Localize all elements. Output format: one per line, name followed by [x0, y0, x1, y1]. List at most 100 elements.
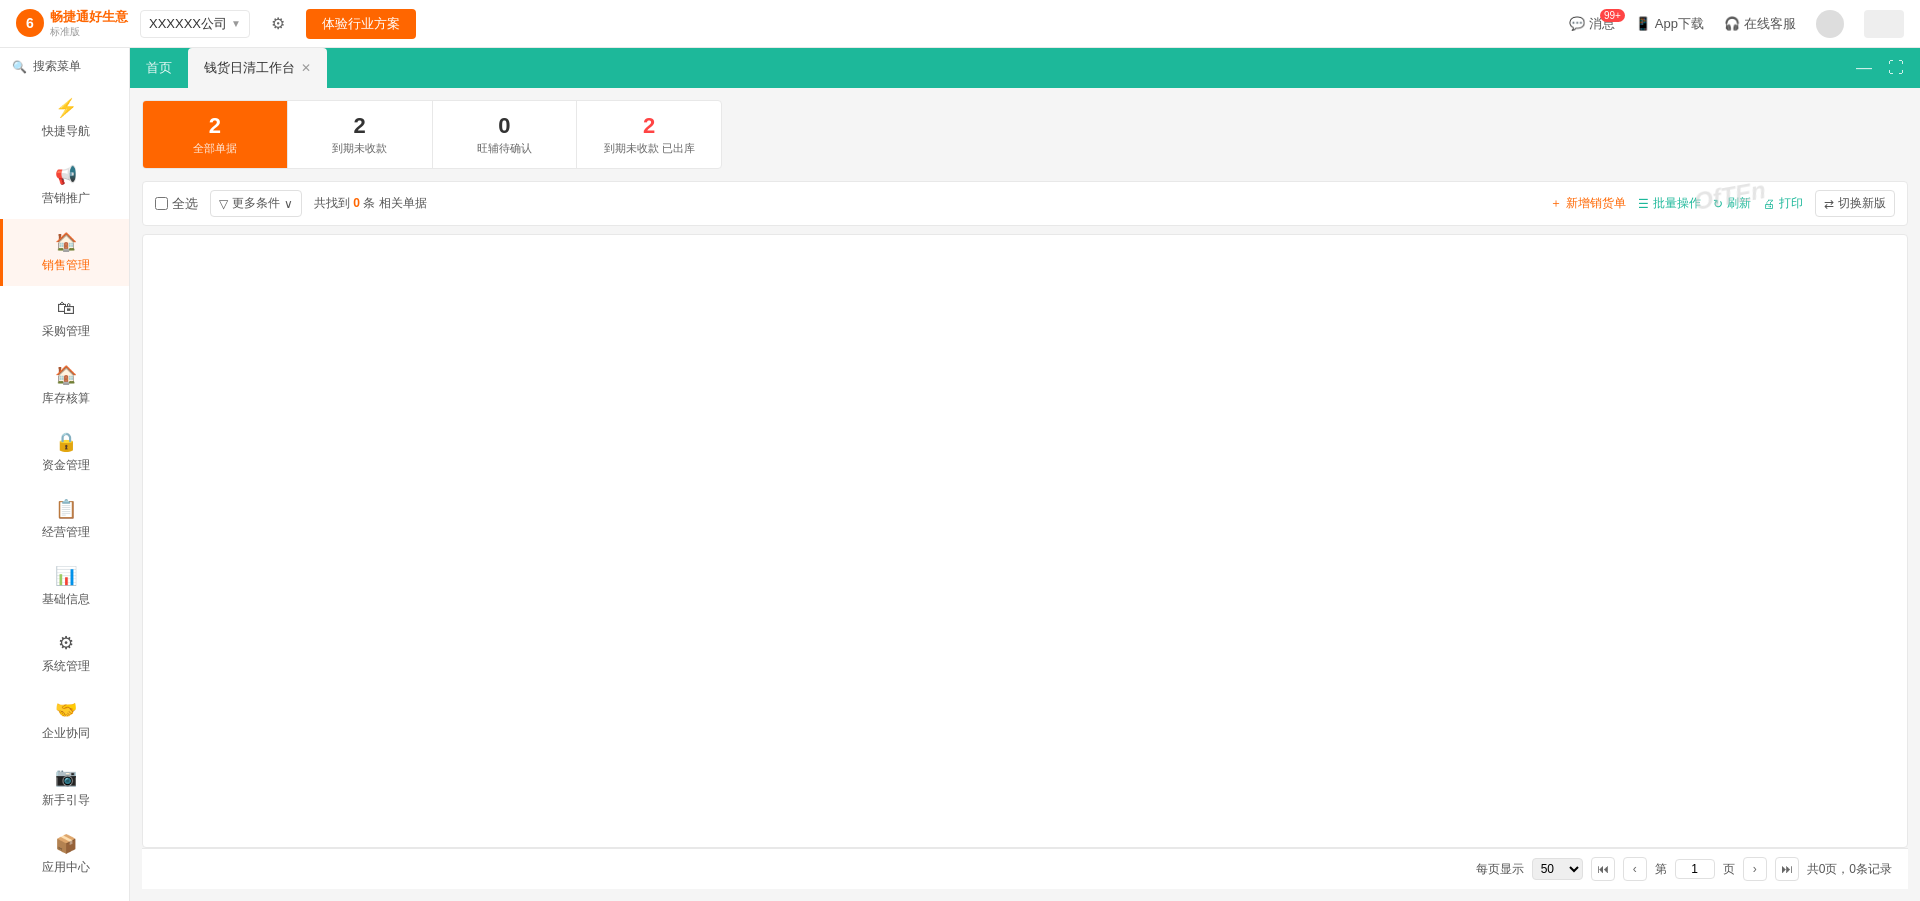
sidebar-item-label: 系统管理 — [42, 658, 90, 675]
plus-icon: ＋ — [1550, 195, 1562, 212]
tab-home[interactable]: 首页 — [130, 48, 188, 88]
company-name: XXXXXX公司 — [149, 15, 227, 33]
print-label: 打印 — [1779, 195, 1803, 212]
avatar[interactable] — [1816, 10, 1844, 38]
stat-label-wangpu: 旺辅待确认 — [477, 141, 532, 156]
main-layout: 🔍 搜索菜单 ⚡ 快捷导航 📢 营销推广 🏠 销售管理 🛍 采购管理 🏠 库存核… — [0, 48, 1920, 901]
switch-button[interactable]: ⇄ 切换新版 — [1815, 190, 1895, 217]
logo-area: 6 畅捷通好生意 标准版 — [16, 9, 128, 39]
app-label: App下载 — [1655, 15, 1704, 33]
per-page-select[interactable]: 50 100 200 — [1532, 858, 1583, 880]
sidebar-item-finance[interactable]: 🔒 资金管理 — [0, 419, 129, 486]
online-service-action[interactable]: 🎧 在线客服 — [1724, 15, 1796, 33]
filter-button[interactable]: ▽ 更多条件 ∨ — [210, 190, 302, 217]
stat-tab-overdue[interactable]: 2 到期未收款 — [288, 101, 433, 168]
refresh-button[interactable]: ↻ 刷新 — [1713, 195, 1751, 212]
quick-nav-icon: ⚡ — [55, 97, 77, 119]
guide-icon: 📷 — [55, 766, 77, 788]
app-icon: 📱 — [1635, 16, 1651, 31]
header-right: 💬 消息 99+ 📱 App下载 🎧 在线客服 — [1569, 10, 1904, 38]
inventory-icon: 🏠 — [55, 364, 77, 386]
service-label: 在线客服 — [1744, 15, 1796, 33]
tab-bar-actions: — ⛶ — [1852, 55, 1920, 81]
tab-home-label: 首页 — [146, 59, 172, 77]
batch-button[interactable]: ☰ 批量操作 — [1638, 195, 1701, 212]
minimize-icon[interactable]: — — [1852, 55, 1876, 81]
filter-icon: ▽ — [219, 197, 228, 211]
filter-chevron-icon: ∨ — [284, 197, 293, 211]
sidebar-item-enterprise-wx[interactable]: 💬 企业微信 — [0, 888, 129, 901]
content-area: 首页 钱货日清工作台 ✕ — ⛶ 2 全部单据 2 到期未收款 — [130, 48, 1920, 901]
select-all-input[interactable] — [155, 197, 168, 210]
message-badge: 99+ — [1600, 9, 1625, 22]
tab-daily-work[interactable]: 钱货日清工作台 ✕ — [188, 48, 327, 88]
sidebar-item-purchase[interactable]: 🛍 采购管理 — [0, 286, 129, 352]
per-page-label: 每页显示 — [1476, 861, 1524, 878]
stat-label-overdue: 到期未收款 — [332, 141, 387, 156]
add-label: 新增销货单 — [1566, 195, 1626, 212]
print-icon: 🖨 — [1763, 197, 1775, 211]
toolbar: 全选 ▽ 更多条件 ∨ 共找到 0 条 相关单据 — [142, 181, 1908, 226]
stats-tabs: 2 全部单据 2 到期未收款 0 旺辅待确认 2 到期未收款 已出库 — [142, 100, 722, 169]
prev-page-button[interactable]: ‹ — [1623, 857, 1647, 881]
logo-main: 畅捷通好生意 — [50, 9, 128, 26]
operations-icon: 📋 — [55, 498, 77, 520]
table-area — [142, 234, 1908, 848]
search-label: 搜索菜单 — [33, 58, 81, 75]
user-name-area[interactable] — [1864, 10, 1904, 38]
app-download-action[interactable]: 📱 App下载 — [1635, 15, 1704, 33]
tab-close-icon[interactable]: ✕ — [301, 61, 311, 75]
switch-label: 切换新版 — [1838, 195, 1886, 212]
sidebar-item-sales[interactable]: 🏠 销售管理 — [0, 219, 129, 286]
refresh-label: 刷新 — [1727, 195, 1751, 212]
maximize-icon[interactable]: ⛶ — [1884, 55, 1908, 81]
sidebar-item-quick-nav[interactable]: ⚡ 快捷导航 — [0, 85, 129, 152]
select-all-checkbox[interactable]: 全选 — [155, 195, 198, 213]
sidebar-item-app-center[interactable]: 📦 应用中心 — [0, 821, 129, 888]
stat-num-unshipped: 2 — [643, 113, 655, 139]
stat-tab-all[interactable]: 2 全部单据 — [143, 101, 288, 168]
sidebar-item-label: 库存核算 — [42, 390, 90, 407]
settings-icon[interactable]: ⚙ — [262, 8, 294, 40]
next-page-button[interactable]: › — [1743, 857, 1767, 881]
sidebar-item-label: 快捷导航 — [42, 123, 90, 140]
stat-tab-unshipped[interactable]: 2 到期未收款 已出库 — [577, 101, 721, 168]
sidebar-item-label: 应用中心 — [42, 859, 90, 876]
last-page-button[interactable]: ⏭ — [1775, 857, 1799, 881]
sidebar-item-label: 营销推广 — [42, 190, 90, 207]
add-sale-button[interactable]: ＋ 新增销货单 — [1550, 195, 1626, 212]
logo-icon: 6 — [16, 9, 44, 37]
stat-num-overdue: 2 — [354, 113, 366, 139]
page-input[interactable] — [1675, 859, 1715, 879]
sidebar-item-label: 资金管理 — [42, 457, 90, 474]
sidebar-item-inventory[interactable]: 🏠 库存核算 — [0, 352, 129, 419]
sidebar-item-label: 新手引导 — [42, 792, 90, 809]
sidebar-item-cooperation[interactable]: 🤝 企业协同 — [0, 687, 129, 754]
first-page-button[interactable]: ⏮ — [1591, 857, 1615, 881]
tab-daily-work-label: 钱货日清工作台 — [204, 59, 295, 77]
sidebar-item-label: 销售管理 — [42, 257, 90, 274]
trial-button[interactable]: 体验行业方案 — [306, 9, 416, 39]
stat-tab-wangpu[interactable]: 0 旺辅待确认 — [433, 101, 578, 168]
marketing-icon: 📢 — [55, 164, 77, 186]
sidebar-item-system[interactable]: ⚙ 系统管理 — [0, 620, 129, 687]
switch-icon: ⇄ — [1824, 197, 1834, 211]
batch-label: 批量操作 — [1653, 195, 1701, 212]
sidebar-search[interactable]: 🔍 搜索菜单 — [0, 48, 129, 85]
message-action[interactable]: 💬 消息 99+ — [1569, 15, 1615, 33]
company-select[interactable]: XXXXXX公司 ▼ — [140, 10, 250, 38]
sidebar-item-operations[interactable]: 📋 经营管理 — [0, 486, 129, 553]
filter-label: 更多条件 — [232, 195, 280, 212]
sidebar-item-marketing[interactable]: 📢 营销推广 — [0, 152, 129, 219]
sidebar-item-label: 基础信息 — [42, 591, 90, 608]
logo-sub: 标准版 — [50, 25, 128, 38]
sidebar-item-guide[interactable]: 📷 新手引导 — [0, 754, 129, 821]
total-info: 共0页，0条记录 — [1807, 861, 1892, 878]
found-text: 共找到 0 条 相关单据 — [314, 195, 427, 212]
tab-bar: 首页 钱货日清工作台 ✕ — ⛶ — [130, 48, 1920, 88]
print-button[interactable]: 🖨 打印 — [1763, 195, 1803, 212]
sidebar-item-base-info[interactable]: 📊 基础信息 — [0, 553, 129, 620]
page-label: 第 — [1655, 861, 1667, 878]
system-icon: ⚙ — [58, 632, 74, 654]
stat-num-wangpu: 0 — [498, 113, 510, 139]
